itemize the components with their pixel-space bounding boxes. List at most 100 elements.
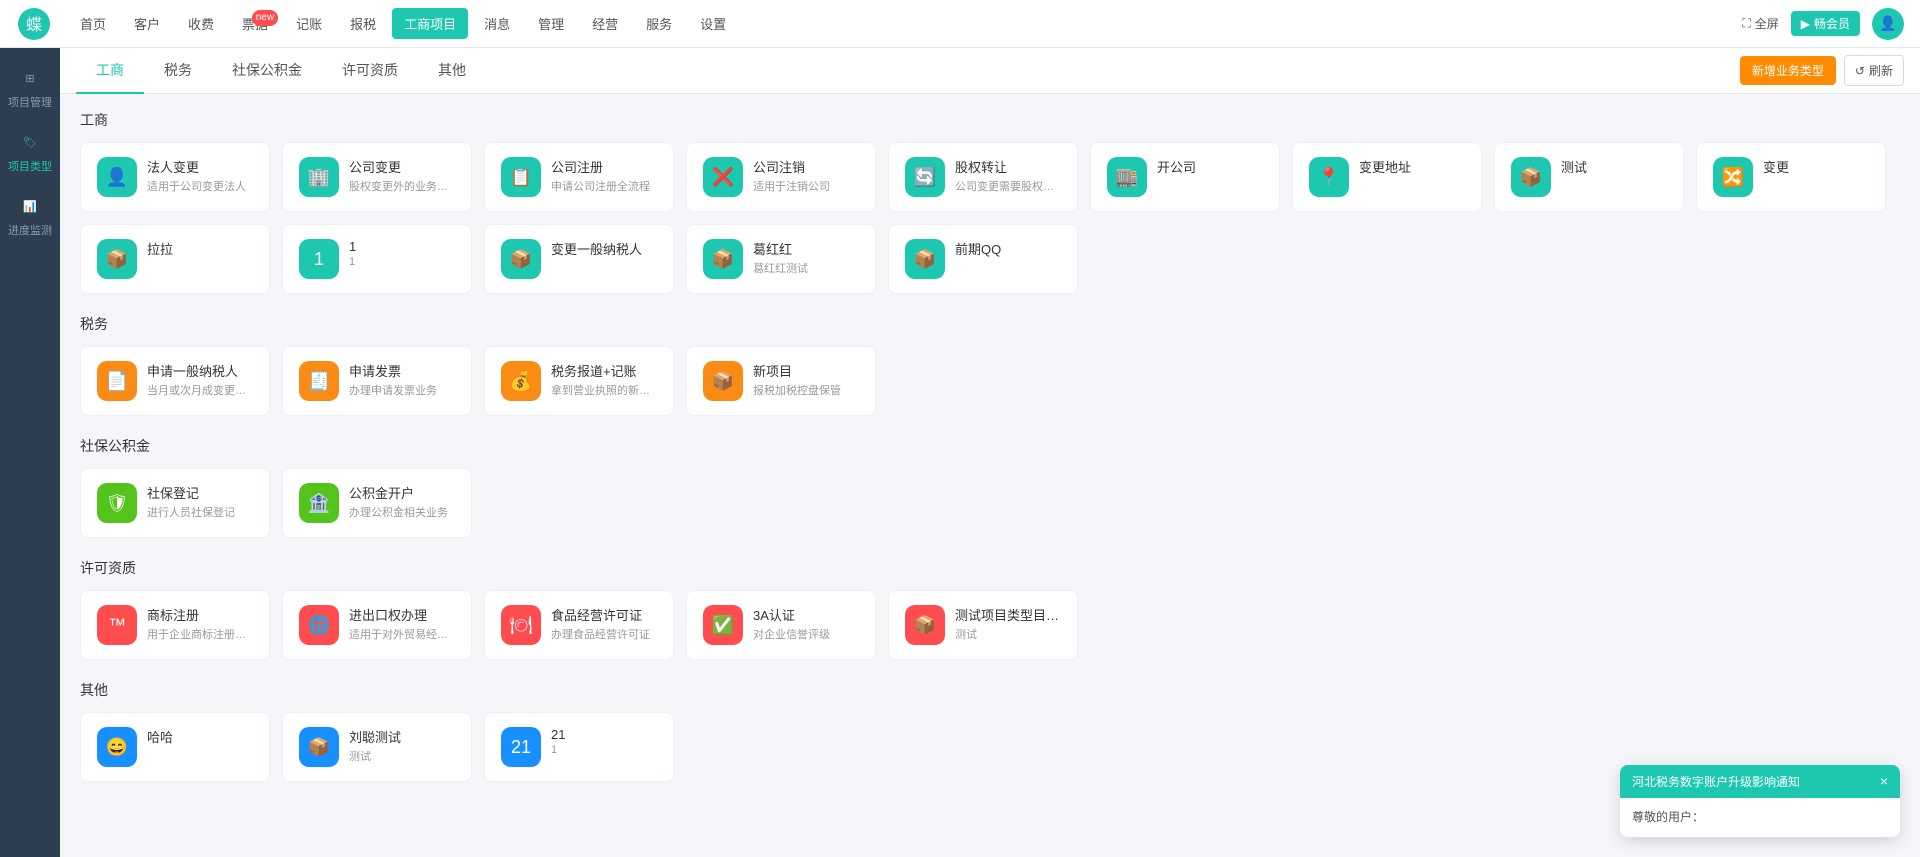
nav-item-管理[interactable]: 管理: [526, 8, 576, 39]
card-测试[interactable]: 📦 测试: [1494, 142, 1684, 212]
sub-tab-其他[interactable]: 其他: [418, 48, 486, 94]
card-info-公司注册: 公司注册 申请公司注册全流程: [551, 157, 657, 194]
sidebar-item-项目类型[interactable]: 🏷 项目类型: [0, 120, 60, 184]
card-法人变更[interactable]: 👤 法人变更 适用于公司变更法人: [80, 142, 270, 212]
sub-tab-工商[interactable]: 工商: [76, 48, 144, 94]
card-3A认证[interactable]: ✅ 3A认证 对企业信誉评级: [686, 590, 876, 660]
sub-tab-社保公积金[interactable]: 社保公积金: [212, 48, 322, 94]
nav-item-消息[interactable]: 消息: [472, 8, 522, 39]
card-info-葛红红: 葛红红 葛红红测试: [753, 239, 859, 276]
card-desc-测试项目类型目定义: 测试: [955, 626, 1061, 642]
card-社保登记[interactable]: 🛡 社保登记 进行人员社保登记: [80, 468, 270, 538]
card-股权转让[interactable]: 🔄 股权转让 公司变更需要股权转让: [888, 142, 1078, 212]
main-layout: ⊞ 项目管理 🏷 项目类型 📊 进度监测 工商税务社保公积金许可资质其他 新增业…: [0, 48, 1920, 857]
card-icon-拉拉: 📦: [97, 239, 137, 279]
card-申请发票[interactable]: 🧾 申请发票 办理申请发票业务: [282, 346, 472, 416]
card-icon-变更地址: 📍: [1309, 157, 1349, 197]
card-info-测试项目类型目定义: 测试项目类型目定义 测试: [955, 605, 1061, 642]
new-type-button[interactable]: 新增业务类型: [1740, 56, 1836, 85]
card-info-变更: 变更: [1763, 157, 1869, 176]
card-desc-商标注册: 用于企业商标注册服务: [147, 626, 253, 642]
nav-item-首页[interactable]: 首页: [68, 8, 118, 39]
card-食品经营许可证[interactable]: 🍽 食品经营许可证 办理食品经营许可证: [484, 590, 674, 660]
nav-item-票据[interactable]: 票据new: [230, 8, 280, 39]
card-info-商标注册: 商标注册 用于企业商标注册服务: [147, 605, 253, 642]
card-info-变更地址: 变更地址: [1359, 157, 1465, 176]
card-税务报道+记账[interactable]: 💰 税务报道+记账 拿到营业执照的新公司: [484, 346, 674, 416]
card-desc-税务报道+记账: 拿到营业执照的新公司: [551, 382, 657, 398]
card-刘聪测试[interactable]: 📦 刘聪测试 测试: [282, 712, 472, 782]
card-葛红红[interactable]: 📦 葛红红 葛红红测试: [686, 224, 876, 294]
section-title-shuiwu: 税务: [80, 314, 1900, 334]
card-title-食品经营许可证: 食品经营许可证: [551, 605, 657, 624]
card-icon-葛红红: 📦: [703, 239, 743, 279]
card-icon-社保登记: 🛡: [97, 483, 137, 523]
card-变更地址[interactable]: 📍 变更地址: [1292, 142, 1482, 212]
nav-item-报税[interactable]: 报税: [338, 8, 388, 39]
notification-close[interactable]: ×: [1880, 773, 1888, 789]
card-公积金开户[interactable]: 🏦 公积金开户 办理公积金相关业务: [282, 468, 472, 538]
card-info-公司注销: 公司注销 适用于注销公司: [753, 157, 859, 194]
cards-grid-shebao: 🛡 社保登记 进行人员社保登记 🏦 公积金开户 办理公积金相关业务: [80, 468, 1900, 538]
refresh-button[interactable]: ↺ 刷新: [1844, 55, 1904, 86]
card-info-变更一般纳税人: 变更一般纳税人: [551, 239, 657, 258]
card-title-刘聪测试: 刘聪测试: [349, 727, 455, 746]
card-title-21: 21: [551, 727, 657, 742]
nav-item-设置[interactable]: 设置: [688, 8, 738, 39]
refresh-icon: ↺: [1855, 64, 1865, 78]
card-公司注销[interactable]: ❌ 公司注销 适用于注销公司: [686, 142, 876, 212]
content-area: 工商税务社保公积金许可资质其他 新增业务类型 ↺ 刷新 工商 👤 法人变更 适用…: [60, 48, 1920, 857]
cards-grid-gongshang: 👤 法人变更 适用于公司变更法人 🏢 公司变更 股权变更外的业务变更 📋 公司注…: [80, 142, 1900, 294]
card-1[interactable]: 1 1 1: [282, 224, 472, 294]
nav-item-客户[interactable]: 客户: [122, 8, 172, 39]
card-title-法人变更: 法人变更: [147, 157, 253, 176]
card-公司注册[interactable]: 📋 公司注册 申请公司注册全流程: [484, 142, 674, 212]
nav-item-工商项目[interactable]: 工商项目: [392, 8, 468, 39]
card-info-前期QQ: 前期QQ: [955, 239, 1061, 258]
card-info-刘聪测试: 刘聪测试 测试: [349, 727, 455, 764]
card-申请一般纳税人[interactable]: 📄 申请一般纳税人 当月或次月成变更完成: [80, 346, 270, 416]
sidebar-item-项目管理[interactable]: ⊞ 项目管理: [0, 56, 60, 120]
card-icon-商标注册: ™: [97, 605, 137, 645]
sidebar-item-进度监测[interactable]: 📊 进度监测: [0, 184, 60, 248]
avatar[interactable]: 👤: [1872, 8, 1904, 40]
fullscreen-button[interactable]: ⛶ 全屏: [1742, 15, 1778, 32]
card-info-社保登记: 社保登记 进行人员社保登记: [147, 483, 253, 520]
card-变更一般纳税人[interactable]: 📦 变更一般纳税人: [484, 224, 674, 294]
card-进出口权办理[interactable]: 🌐 进出口权办理 适用于对外贸易经营者: [282, 590, 472, 660]
nav-item-收费[interactable]: 收费: [176, 8, 226, 39]
card-title-社保登记: 社保登记: [147, 483, 253, 502]
card-21[interactable]: 21 21 1: [484, 712, 674, 782]
sub-tab-许可资质[interactable]: 许可资质: [322, 48, 418, 94]
nav-item-服务[interactable]: 服务: [634, 8, 684, 39]
card-哈哈[interactable]: 😄 哈哈: [80, 712, 270, 782]
nav-item-记账[interactable]: 记账: [284, 8, 334, 39]
sidebar-label-进度监测: 进度监测: [8, 222, 52, 238]
card-前期QQ[interactable]: 📦 前期QQ: [888, 224, 1078, 294]
member-button[interactable]: ▶ 畅会员: [1791, 11, 1860, 36]
card-title-申请发票: 申请发票: [349, 361, 455, 380]
card-title-开公司: 开公司: [1157, 157, 1263, 176]
card-icon-测试: 📦: [1511, 157, 1551, 197]
card-desc-葛红红: 葛红红测试: [753, 260, 859, 276]
card-desc-法人变更: 适用于公司变更法人: [147, 178, 253, 194]
card-开公司[interactable]: 🏬 开公司: [1090, 142, 1280, 212]
card-desc-21: 1: [551, 744, 657, 756]
nav-item-经营[interactable]: 经营: [580, 8, 630, 39]
card-icon-21: 21: [501, 727, 541, 767]
card-desc-刘聪测试: 测试: [349, 748, 455, 764]
card-icon-新项目: 📦: [703, 361, 743, 401]
card-icon-申请发票: 🧾: [299, 361, 339, 401]
nav-right: ⛶ 全屏 ▶ 畅会员 👤: [1742, 8, 1904, 40]
card-新项目[interactable]: 📦 新项目 报税加税控盘保管: [686, 346, 876, 416]
sub-tab-税务[interactable]: 税务: [144, 48, 212, 94]
card-测试项目类型目定义[interactable]: 📦 测试项目类型目定义 测试: [888, 590, 1078, 660]
card-title-变更地址: 变更地址: [1359, 157, 1465, 176]
section-title-shebao: 社保公积金: [80, 436, 1900, 456]
card-title-公司注销: 公司注销: [753, 157, 859, 176]
card-变更[interactable]: 🔀 变更: [1696, 142, 1886, 212]
card-商标注册[interactable]: ™ 商标注册 用于企业商标注册服务: [80, 590, 270, 660]
card-info-进出口权办理: 进出口权办理 适用于对外贸易经营者: [349, 605, 455, 642]
card-拉拉[interactable]: 📦 拉拉: [80, 224, 270, 294]
card-公司变更[interactable]: 🏢 公司变更 股权变更外的业务变更: [282, 142, 472, 212]
